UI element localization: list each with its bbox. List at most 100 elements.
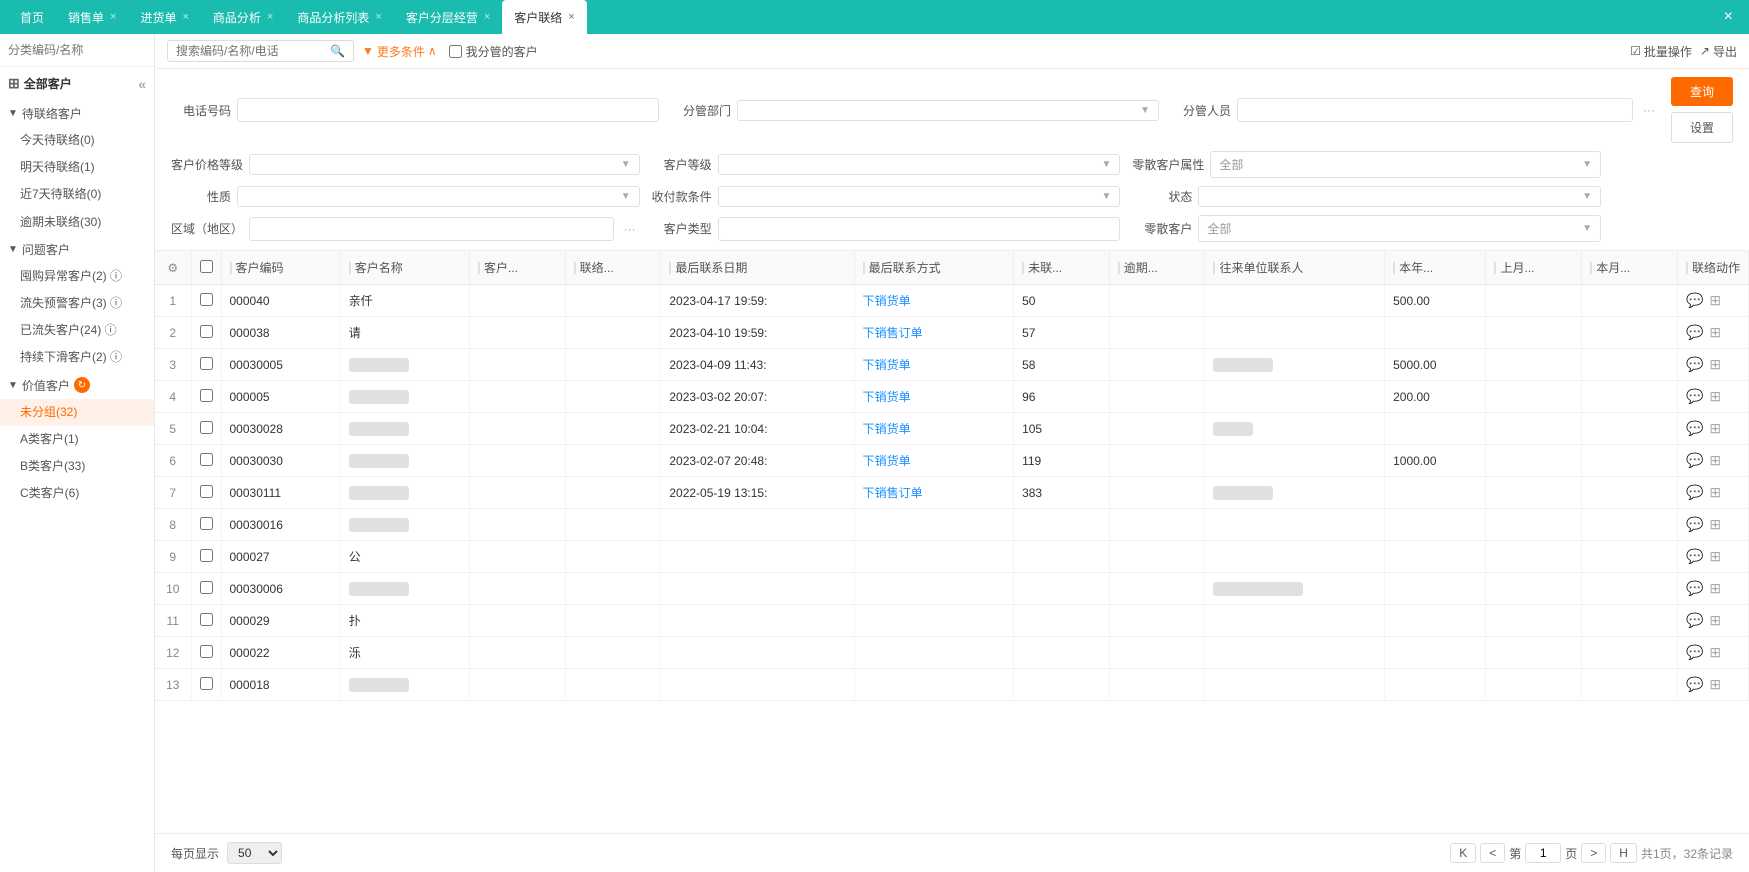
message-icon[interactable]: 💬	[1686, 452, 1703, 469]
row-checkbox[interactable]	[200, 325, 213, 338]
close-icon[interactable]: ×	[484, 11, 490, 23]
row-checkbox[interactable]	[200, 357, 213, 370]
message-icon[interactable]: 💬	[1686, 388, 1703, 405]
phone-input[interactable]	[237, 98, 659, 122]
qr-icon[interactable]: ⊞	[1709, 324, 1721, 341]
message-icon[interactable]: 💬	[1686, 676, 1703, 693]
sidebar-item-loss-warning[interactable]: 流失预警客户(3) ⓘ	[0, 290, 154, 317]
status-select[interactable]: ▼	[1198, 186, 1601, 207]
row-checkbox[interactable]	[200, 453, 213, 466]
sidebar-item-declining[interactable]: 持续下滑客户(2) ⓘ	[0, 344, 154, 371]
table-cell[interactable]	[191, 669, 221, 701]
row-checkbox[interactable]	[200, 581, 213, 594]
table-cell[interactable]	[191, 381, 221, 413]
close-icon[interactable]: ×	[375, 11, 381, 23]
sidebar-group-value[interactable]: ▼ 价值客户 ↻	[0, 372, 154, 399]
table-cell[interactable]	[191, 445, 221, 477]
table-cell[interactable]	[191, 349, 221, 381]
ellipsis-icon[interactable]: ···	[1639, 103, 1659, 117]
sidebar-group-problem[interactable]: ▼ 问题客户	[0, 236, 154, 263]
sidebar-item-lost[interactable]: 已流失客户(24) ⓘ	[0, 317, 154, 344]
last-page-button[interactable]: H	[1610, 843, 1637, 863]
payment-select[interactable]: ▼	[718, 186, 1121, 207]
message-icon[interactable]: 💬	[1686, 324, 1703, 341]
table-cell[interactable]	[191, 605, 221, 637]
select-all-checkbox[interactable]	[200, 260, 213, 273]
sidebar-item-unclassified[interactable]: 未分组(32)	[0, 399, 154, 426]
page-input[interactable]	[1525, 843, 1561, 863]
next-page-button[interactable]: >	[1581, 843, 1606, 863]
qr-icon[interactable]: ⊞	[1709, 356, 1721, 373]
qr-icon[interactable]: ⊞	[1709, 484, 1721, 501]
th-settings[interactable]: ⚙	[155, 251, 191, 285]
nature-select[interactable]: ▼	[237, 186, 640, 207]
qr-icon[interactable]: ⊞	[1709, 548, 1721, 565]
message-icon[interactable]: 💬	[1686, 292, 1703, 309]
contact-way-link[interactable]: 下销货单	[863, 294, 911, 308]
contact-way-link[interactable]: 下销货单	[863, 358, 911, 372]
row-checkbox[interactable]	[200, 485, 213, 498]
contact-way-link[interactable]: 下销售订单	[863, 326, 923, 340]
nav-tab-purchase[interactable]: 进货单 ×	[128, 0, 200, 34]
settings-icon[interactable]: ⚙	[167, 261, 178, 275]
all-customers-header[interactable]: ⊞ 全部客户 «	[0, 67, 154, 100]
contact-way-link[interactable]: 下销货单	[863, 390, 911, 404]
sidebar-item-class-a[interactable]: A类客户(1)	[0, 426, 154, 453]
message-icon[interactable]: 💬	[1686, 548, 1703, 565]
table-cell[interactable]	[191, 541, 221, 573]
sidebar-group-pending[interactable]: ▼ 待联络客户	[0, 100, 154, 127]
row-checkbox[interactable]	[200, 677, 213, 690]
customer-type-input[interactable]	[718, 217, 1121, 241]
row-checkbox[interactable]	[200, 549, 213, 562]
dept-select[interactable]: ▼	[737, 100, 1159, 121]
nav-tab-home[interactable]: 首页	[8, 0, 56, 34]
close-all-button[interactable]: ×	[1716, 8, 1741, 26]
my-customers-checkbox[interactable]: 我分管的客户	[449, 43, 538, 60]
sidebar-item-class-b[interactable]: B类客户(33)	[0, 453, 154, 480]
close-icon[interactable]: ×	[182, 11, 188, 23]
sidebar-item-today-pending[interactable]: 今天待联络(0)	[0, 127, 154, 154]
close-icon[interactable]: ×	[267, 11, 273, 23]
nav-tab-goods-analysis-list[interactable]: 商品分析列表 ×	[285, 0, 393, 34]
table-cell[interactable]	[191, 573, 221, 605]
table-cell[interactable]	[191, 413, 221, 445]
row-checkbox[interactable]	[200, 293, 213, 306]
qr-icon[interactable]: ⊞	[1709, 644, 1721, 661]
message-icon[interactable]: 💬	[1686, 484, 1703, 501]
sidebar-item-overdue-uncontacted[interactable]: 逾期未联络(30)	[0, 209, 154, 236]
contact-way-link[interactable]: 下销售订单	[863, 486, 923, 500]
message-icon[interactable]: 💬	[1686, 580, 1703, 597]
sidebar-search-input[interactable]	[8, 43, 155, 57]
qr-icon[interactable]: ⊞	[1709, 580, 1721, 597]
more-conditions-button[interactable]: ▼ 更多条件 ∧	[362, 43, 437, 60]
row-checkbox[interactable]	[200, 645, 213, 658]
search-icon[interactable]: 🔍	[330, 44, 345, 58]
nav-tab-sales[interactable]: 销售单 ×	[56, 0, 128, 34]
sidebar-item-7days-pending[interactable]: 近7天待联络(0)	[0, 181, 154, 208]
query-button[interactable]: 查询	[1671, 77, 1733, 106]
person-input[interactable]	[1237, 98, 1633, 122]
nav-tab-customer-tier[interactable]: 客户分层经营 ×	[394, 0, 502, 34]
collapse-icon[interactable]: «	[138, 76, 146, 92]
row-checkbox[interactable]	[200, 517, 213, 530]
my-customers-check[interactable]	[449, 45, 462, 58]
close-icon[interactable]: ×	[568, 11, 574, 23]
qr-icon[interactable]: ⊞	[1709, 516, 1721, 533]
price-tier-select[interactable]: ▼	[249, 154, 640, 175]
qr-icon[interactable]: ⊞	[1709, 292, 1721, 309]
export-button[interactable]: ↗ 导出	[1700, 43, 1737, 60]
scatter-attr-select[interactable]: 全部 ▼	[1210, 151, 1601, 178]
table-cell[interactable]	[191, 477, 221, 509]
message-icon[interactable]: 💬	[1686, 356, 1703, 373]
row-checkbox[interactable]	[200, 613, 213, 626]
sidebar-item-class-c[interactable]: C类客户(6)	[0, 480, 154, 507]
qr-icon[interactable]: ⊞	[1709, 676, 1721, 693]
qr-icon[interactable]: ⊞	[1709, 388, 1721, 405]
row-checkbox[interactable]	[200, 389, 213, 402]
table-cell[interactable]	[191, 509, 221, 541]
table-cell[interactable]	[191, 317, 221, 349]
reset-button[interactable]: 设置	[1671, 112, 1733, 143]
first-page-button[interactable]: K	[1450, 843, 1476, 863]
batch-ops-button[interactable]: ☑ 批量操作	[1630, 43, 1692, 60]
nav-tab-customer-contact[interactable]: 客户联络 ×	[502, 0, 586, 34]
